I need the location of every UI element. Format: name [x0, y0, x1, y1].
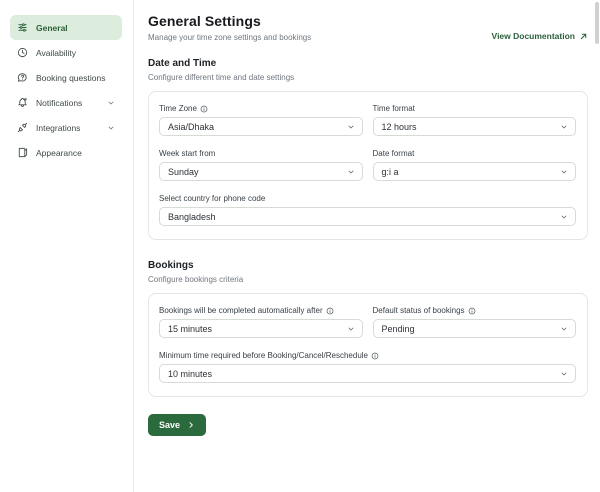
page-title: General Settings: [148, 13, 261, 29]
external-link-icon: [579, 32, 588, 41]
chevron-down-icon: [560, 123, 568, 131]
section-subtitle: Configure different time and date settin…: [148, 73, 295, 82]
time-zone-select[interactable]: Asia/Dhaka: [159, 117, 363, 136]
min-time-select[interactable]: 10 minutes: [159, 364, 576, 383]
chevron-down-icon: [107, 124, 115, 132]
auto-complete-select[interactable]: 15 minutes: [159, 319, 363, 338]
phone-country-label: Select country for phone code: [159, 194, 266, 203]
sidebar-item-general[interactable]: General: [10, 15, 122, 40]
week-start-select[interactable]: Sunday: [159, 162, 363, 181]
chevron-right-icon: [187, 421, 195, 429]
week-start-label: Week start from: [159, 149, 216, 158]
sidebar-item-notifications[interactable]: Notifications: [10, 90, 122, 115]
time-format-value: 12 hours: [381, 121, 417, 132]
chevron-down-icon: [560, 370, 568, 378]
clock-icon: [17, 47, 28, 58]
auto-complete-label: Bookings will be completed automatically…: [159, 306, 323, 315]
min-time-value: 10 minutes: [168, 368, 213, 379]
plug-icon: [17, 122, 28, 133]
general-settings-panel: General Settings Manage your time zone s…: [134, 0, 600, 492]
chevron-down-icon: [347, 168, 355, 176]
sidebar-item-label: Availability: [36, 47, 77, 58]
min-time-field: Minimum time required before Booking/Can…: [159, 351, 576, 383]
date-time-section-header: Date and Time Configure different time a…: [148, 58, 588, 82]
question-chat-icon: [17, 72, 28, 83]
chevron-down-icon: [560, 168, 568, 176]
sidebar-item-label: Notifications: [36, 97, 83, 108]
time-zone-value: Asia/Dhaka: [168, 121, 215, 132]
default-status-label: Default status of bookings: [372, 306, 465, 315]
phone-country-value: Bangladesh: [168, 211, 216, 222]
sidebar-item-appearance[interactable]: Appearance: [10, 140, 122, 165]
auto-complete-field: Bookings will be completed automatically…: [159, 306, 363, 338]
section-title: Bookings: [148, 260, 194, 271]
chevron-down-icon: [347, 325, 355, 333]
phone-country-field: Select country for phone code Bangladesh: [159, 194, 576, 226]
chevron-down-icon: [560, 213, 568, 221]
section-subtitle: Configure bookings criteria: [148, 275, 244, 284]
info-icon[interactable]: [200, 105, 208, 113]
time-format-label: Time format: [372, 104, 415, 113]
phone-country-select[interactable]: Bangladesh: [159, 207, 576, 226]
info-icon[interactable]: [468, 307, 476, 315]
section-title: Date and Time: [148, 58, 217, 69]
page-subtitle: Manage your time zone settings and booki…: [148, 33, 312, 42]
default-status-value: Pending: [381, 323, 415, 334]
auto-complete-value: 15 minutes: [168, 323, 213, 334]
settings-sidebar: General Availability Booking questions N…: [0, 0, 134, 492]
bookings-section-header: Bookings Configure bookings criteria: [148, 260, 588, 284]
time-format-select[interactable]: 12 hours: [372, 117, 576, 136]
sidebar-item-integrations[interactable]: Integrations: [10, 115, 122, 140]
vertical-scrollbar[interactable]: [595, 2, 599, 44]
date-format-label: Date format: [372, 149, 415, 158]
info-icon[interactable]: [326, 307, 334, 315]
sidebar-item-label: Appearance: [36, 147, 82, 158]
chevron-down-icon: [107, 99, 115, 107]
sidebar-item-booking-questions[interactable]: Booking questions: [10, 65, 122, 90]
bell-icon: [17, 97, 28, 108]
adjustments-icon: [17, 22, 28, 33]
date-time-card: Time Zone Asia/Dhaka Time format 12 hour…: [148, 91, 588, 240]
time-zone-field: Time Zone Asia/Dhaka: [159, 104, 363, 136]
chevron-down-icon: [347, 123, 355, 131]
chevron-down-icon: [560, 325, 568, 333]
sidebar-item-label: Booking questions: [36, 72, 106, 83]
sidebar-item-label: Integrations: [36, 122, 81, 133]
date-format-select[interactable]: g:i a: [372, 162, 576, 181]
bookings-card: Bookings will be completed automatically…: [148, 293, 588, 397]
save-button-label: Save: [159, 420, 181, 430]
info-icon[interactable]: [371, 352, 379, 360]
sidebar-item-label: General: [36, 22, 68, 33]
view-documentation-link[interactable]: View Documentation: [492, 31, 588, 42]
default-status-field: Default status of bookings Pending: [372, 306, 576, 338]
time-zone-label: Time Zone: [159, 104, 197, 113]
save-button[interactable]: Save: [148, 414, 207, 436]
time-format-field: Time format 12 hours: [372, 104, 576, 136]
page-header: General Settings Manage your time zone s…: [148, 13, 588, 42]
week-start-value: Sunday: [168, 166, 199, 177]
default-status-select[interactable]: Pending: [372, 319, 576, 338]
date-format-field: Date format g:i a: [372, 149, 576, 181]
view-documentation-label: View Documentation: [491, 31, 575, 41]
date-format-value: g:i a: [381, 166, 399, 177]
min-time-label: Minimum time required before Booking/Can…: [159, 351, 368, 360]
sidebar-item-availability[interactable]: Availability: [10, 40, 122, 65]
week-start-field: Week start from Sunday: [159, 149, 363, 181]
brush-icon: [17, 147, 28, 158]
